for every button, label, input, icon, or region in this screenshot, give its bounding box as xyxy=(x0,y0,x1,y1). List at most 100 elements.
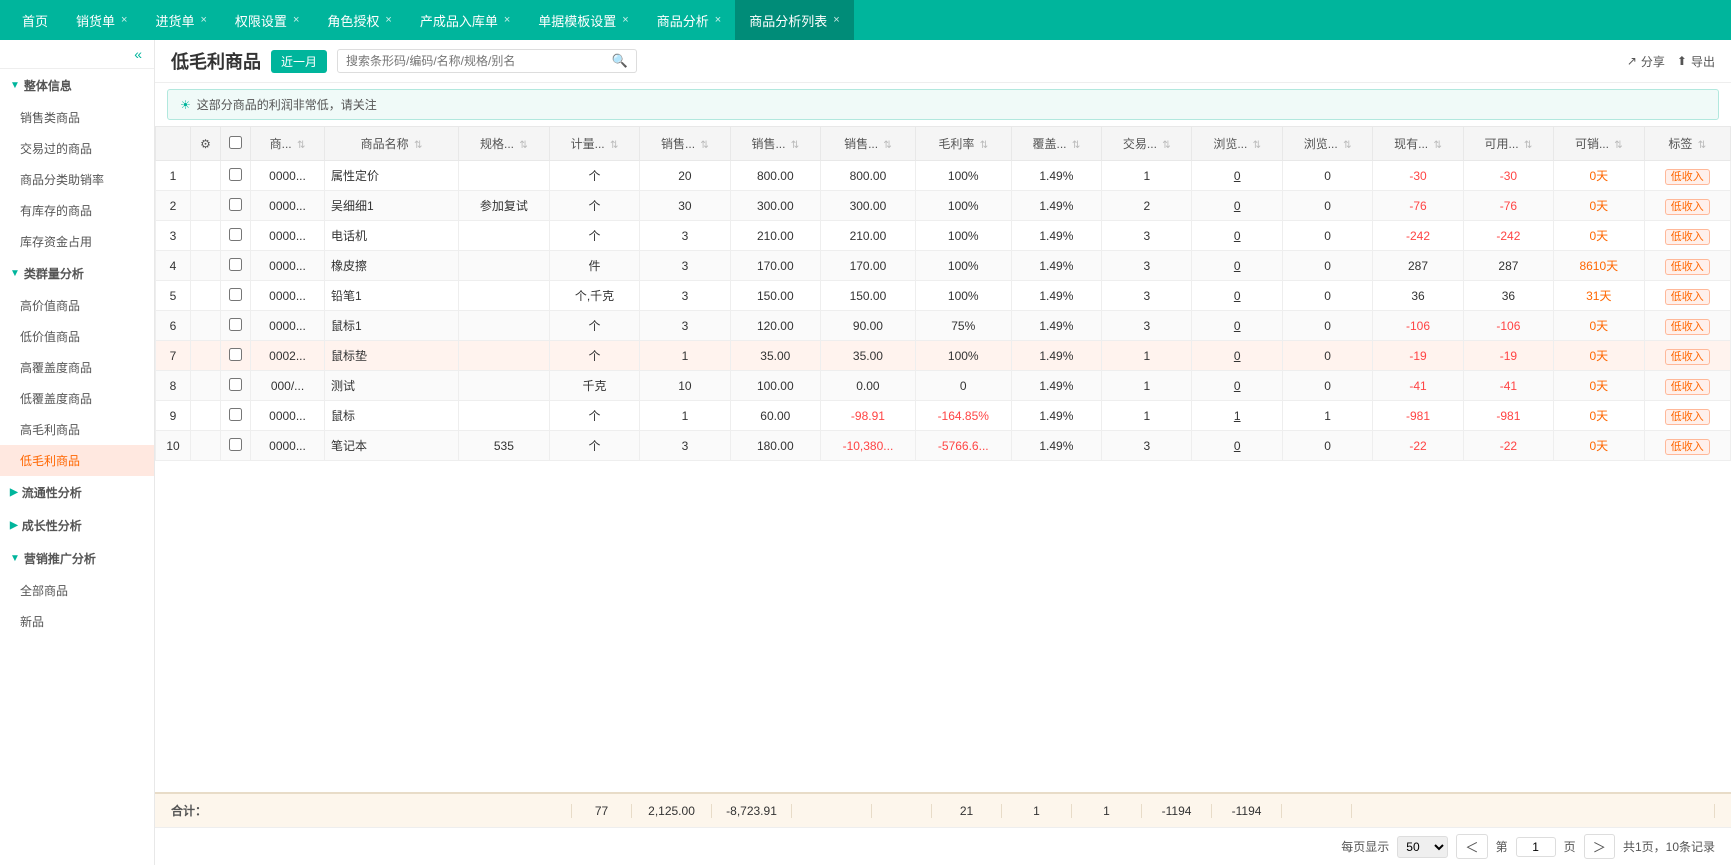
row-gross-margin: 100% xyxy=(915,191,1011,221)
col-header-saleable[interactable]: 可销... ⇅ xyxy=(1554,127,1644,161)
col-header-settings[interactable]: ⚙ xyxy=(191,127,221,161)
col-header-sales_price[interactable]: 销售... ⇅ xyxy=(730,127,820,161)
row-sales-price: 120.00 xyxy=(730,311,820,341)
col-header-sales_qty[interactable]: 销售... ⇅ xyxy=(640,127,730,161)
nav-item-商品分析[interactable]: 商品分析× xyxy=(643,0,735,40)
sidebar-item-商品分类助销率[interactable]: 商品分类助销率 xyxy=(0,164,154,195)
row-checkbox[interactable] xyxy=(229,228,242,241)
nav-item-权限设置[interactable]: 权限设置× xyxy=(221,0,313,40)
nav-close-icon[interactable]: × xyxy=(121,14,127,26)
col-header-spec[interactable]: 规格... ⇅ xyxy=(458,127,549,161)
sidebar-item-全部商品[interactable]: 全部商品 xyxy=(0,575,154,606)
nav-close-icon[interactable]: × xyxy=(293,14,299,26)
row-checkbox[interactable] xyxy=(229,378,242,391)
tag-badge: 低收入 xyxy=(1665,409,1710,425)
nav-close-icon[interactable]: × xyxy=(504,14,510,26)
row-saleable: 0天 xyxy=(1554,341,1644,371)
nav-item-产成品入库单[interactable]: 产成品入库单× xyxy=(406,0,524,40)
row-browse1[interactable]: 0 xyxy=(1192,371,1282,401)
tag-badge: 低收入 xyxy=(1665,289,1710,305)
nav-item-商品分析列表[interactable]: 商品分析列表× xyxy=(735,0,853,40)
sidebar-collapse-btn[interactable]: « xyxy=(130,46,146,62)
sidebar-item-高价值商品[interactable]: 高价值商品 xyxy=(0,290,154,321)
row-unit: 千克 xyxy=(549,371,639,401)
sidebar-item-低价值商品[interactable]: 低价值商品 xyxy=(0,321,154,352)
sidebar-item-低覆盖度商品[interactable]: 低覆盖度商品 xyxy=(0,383,154,414)
time-filter-button[interactable]: 近一月 xyxy=(271,50,327,73)
settings-icon[interactable]: ⚙ xyxy=(200,137,211,151)
col-header-gross_margin[interactable]: 毛利率 ⇅ xyxy=(915,127,1011,161)
col-header-sales_profit[interactable]: 销售... ⇅ xyxy=(821,127,916,161)
row-browse1[interactable]: 0 xyxy=(1192,311,1282,341)
nav-item-单据模板设置[interactable]: 单据模板设置× xyxy=(524,0,642,40)
sidebar-item-低毛利商品[interactable]: 低毛利商品 xyxy=(0,445,154,476)
nav-item-角色授权[interactable]: 角色授权× xyxy=(313,0,405,40)
col-header-browse1[interactable]: 浏览... ⇅ xyxy=(1192,127,1282,161)
row-checkbox[interactable] xyxy=(229,168,242,181)
row-browse1[interactable]: 0 xyxy=(1192,431,1282,461)
sidebar-item-新品[interactable]: 新品 xyxy=(0,606,154,637)
row-browse1[interactable]: 0 xyxy=(1192,341,1282,371)
row-transactions: 1 xyxy=(1102,341,1192,371)
row-browse1[interactable]: 0 xyxy=(1192,221,1282,251)
sidebar-section-营销推广分析[interactable]: ▼营销推广分析 xyxy=(0,542,154,575)
col-header-checkbox[interactable] xyxy=(221,127,251,161)
row-checkbox[interactable] xyxy=(229,198,242,211)
nav-item-首页[interactable]: 首页 xyxy=(8,0,62,40)
sidebar-section-流通性分析[interactable]: ▶流通性分析 xyxy=(0,476,154,509)
col-header-browse2[interactable]: 浏览... ⇅ xyxy=(1282,127,1372,161)
nav-close-icon[interactable]: × xyxy=(385,14,391,26)
col-header-tag[interactable]: 标签 ⇅ xyxy=(1644,127,1730,161)
row-sales-qty: 10 xyxy=(640,371,730,401)
sidebar-section-成长性分析[interactable]: ▶成长性分析 xyxy=(0,509,154,542)
col-header-current_stock[interactable]: 现有... ⇅ xyxy=(1373,127,1463,161)
row-current-stock: 287 xyxy=(1373,251,1463,281)
col-header-name[interactable]: 商品名称 ⇅ xyxy=(324,127,458,161)
row-sales-profit: 800.00 xyxy=(821,161,916,191)
sidebar-section-整体信息[interactable]: ▼整体信息 xyxy=(0,69,154,102)
sidebar-item-有库存的商品[interactable]: 有库存的商品 xyxy=(0,195,154,226)
row-checkbox[interactable] xyxy=(229,318,242,331)
nav-close-icon[interactable]: × xyxy=(715,14,721,26)
row-saleable: 0天 xyxy=(1554,431,1644,461)
sidebar-section-类群量分析[interactable]: ▼类群量分析 xyxy=(0,257,154,290)
row-browse1[interactable]: 0 xyxy=(1192,251,1282,281)
row-browse1[interactable]: 0 xyxy=(1192,191,1282,221)
col-header-available[interactable]: 可用... ⇅ xyxy=(1463,127,1553,161)
row-browse1[interactable]: 0 xyxy=(1192,161,1282,191)
row-checkbox[interactable] xyxy=(229,408,242,421)
search-icon[interactable]: 🔍 xyxy=(612,53,628,69)
row-settings xyxy=(191,431,221,461)
page-number-input[interactable] xyxy=(1516,837,1556,857)
page-size-select[interactable]: 50 100 200 xyxy=(1397,836,1448,858)
sidebar-item-库存资金占用[interactable]: 库存资金占用 xyxy=(0,226,154,257)
share-button[interactable]: ↗ 分享 xyxy=(1627,53,1665,70)
row-code: 0000... xyxy=(251,431,325,461)
col-header-transactions[interactable]: 交易... ⇅ xyxy=(1102,127,1192,161)
nav-item-进货单[interactable]: 进货单× xyxy=(141,0,220,40)
sidebar-item-交易过的商品[interactable]: 交易过的商品 xyxy=(0,133,154,164)
next-page-button[interactable]: ＞ xyxy=(1584,834,1615,859)
row-checkbox[interactable] xyxy=(229,348,242,361)
sidebar-item-销售类商品[interactable]: 销售类商品 xyxy=(0,102,154,133)
row-browse1[interactable]: 1 xyxy=(1192,401,1282,431)
row-browse1[interactable]: 0 xyxy=(1192,281,1282,311)
nav-item-销货单[interactable]: 销货单× xyxy=(62,0,141,40)
select-all-checkbox[interactable] xyxy=(229,136,242,149)
col-header-code[interactable]: 商... ⇅ xyxy=(251,127,325,161)
export-button[interactable]: ⬆ 导出 xyxy=(1677,53,1715,70)
sidebar-item-高毛利商品[interactable]: 高毛利商品 xyxy=(0,414,154,445)
col-header-coverage[interactable]: 覆盖... ⇅ xyxy=(1011,127,1101,161)
sidebar-item-高覆盖度商品[interactable]: 高覆盖度商品 xyxy=(0,352,154,383)
export-label: 导出 xyxy=(1691,53,1715,70)
nav-close-icon[interactable]: × xyxy=(200,14,206,26)
row-sales-profit: 170.00 xyxy=(821,251,916,281)
search-input[interactable] xyxy=(346,54,612,68)
prev-page-button[interactable]: ＜ xyxy=(1456,834,1487,859)
row-checkbox[interactable] xyxy=(229,438,242,451)
nav-close-icon[interactable]: × xyxy=(833,14,839,26)
row-checkbox[interactable] xyxy=(229,258,242,271)
nav-close-icon[interactable]: × xyxy=(622,14,628,26)
col-header-unit[interactable]: 计量... ⇅ xyxy=(549,127,639,161)
row-checkbox[interactable] xyxy=(229,288,242,301)
